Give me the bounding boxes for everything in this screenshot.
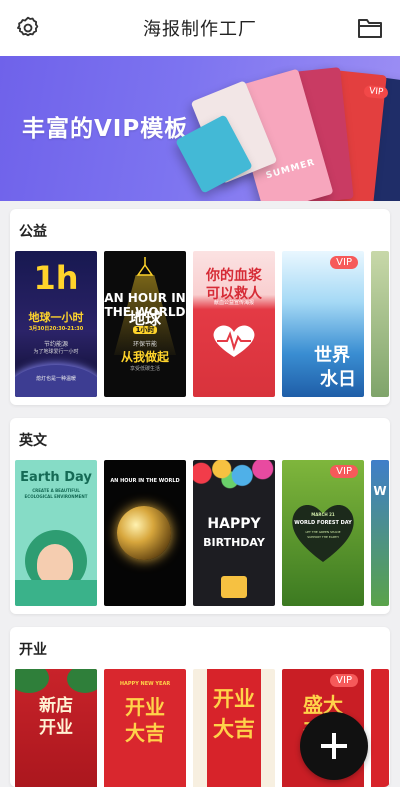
template-card[interactable]: VIP 世界 水日: [282, 251, 364, 397]
add-button[interactable]: [300, 712, 368, 780]
template-card[interactable]: [371, 251, 389, 397]
template-card[interactable]: 你的血浆 可以救人 献血公益宣传海报: [193, 251, 275, 397]
template-text: 开业: [125, 695, 165, 719]
template-text: WORLD FOREST DAY: [294, 520, 352, 526]
gear-icon: [17, 16, 39, 37]
banner-text: 丰富的VIP模板: [22, 116, 189, 142]
template-text: 3月30日20:30-21:30: [28, 326, 84, 332]
template-card[interactable]: [371, 669, 389, 787]
top-bar: 海报制作工厂: [0, 0, 400, 56]
template-figure: [37, 544, 73, 584]
template-text: ECOLOGICAL ENVIRONMENT: [24, 494, 88, 499]
template-text: SUPPORT THE EARTH: [307, 535, 339, 539]
template-text: 大吉: [125, 721, 165, 745]
vip-badge: VIP: [330, 256, 358, 269]
template-text: MARCH 21: [311, 512, 335, 517]
section-title: 公益: [19, 224, 47, 240]
template-row: Earth Day CREATE A BEAUTIFUL ECOLOGICAL …: [15, 460, 390, 606]
section-english: 英文 Earth Day CREATE A BEAUTIFUL ECOLOGIC…: [10, 418, 390, 614]
template-text: 开业: [213, 687, 255, 711]
vip-banner[interactable]: 丰富的VIP模板 SUMMER VIP: [0, 56, 400, 201]
vip-badge: VIP: [330, 465, 358, 478]
template-text: HAPPY: [207, 516, 261, 532]
balloons: [193, 460, 275, 504]
template-text: CREATE A BEAUTIFUL: [32, 488, 80, 493]
template-card[interactable]: AN HOUR IN THE WORLD 地球 1小时 环保节能 从我做起 享受…: [104, 251, 186, 397]
heart-icon: [213, 325, 255, 357]
template-text: 1小时: [104, 325, 186, 335]
section-public-welfare: 公益 1h 地球一小时 3月30日20:30-21:30 节约能源 为了地球爱行…: [10, 209, 390, 405]
plus-icon: [321, 733, 347, 759]
template-text: 你的血浆: [206, 268, 262, 284]
template-card[interactable]: 新店 开业: [15, 669, 97, 787]
template-text: BIRTHDAY: [203, 536, 265, 549]
template-card[interactable]: AN HOUR IN THE WORLD: [104, 460, 186, 606]
template-globe: [117, 506, 171, 560]
folder-button[interactable]: [356, 14, 384, 42]
leaf-decoration: [15, 669, 49, 693]
template-text: 水日: [320, 369, 356, 390]
template-card[interactable]: HAPPY BIRTHDAY: [193, 460, 275, 606]
template-text: 节约能源: [43, 341, 68, 348]
vip-badge: VIP: [330, 674, 358, 687]
template-text: 环保节能: [132, 341, 157, 348]
folder-icon: [358, 19, 382, 38]
template-text: 献血公益宣传海报: [213, 300, 254, 306]
section-title: 开业: [19, 642, 47, 658]
template-text: 开业: [39, 718, 73, 738]
template-text: 大吉: [213, 717, 255, 741]
template-card[interactable]: W: [371, 460, 389, 606]
template-card[interactable]: HAPPY NEW YEAR 开业 大吉: [104, 669, 186, 787]
template-text: W: [373, 484, 387, 498]
template-text: HAPPY NEW YEAR: [119, 681, 171, 687]
cake-icon: [221, 576, 247, 598]
template-text: 地球一小时: [28, 311, 84, 324]
template-text: 熄灯也是一种温暖: [35, 376, 76, 382]
template-text: 从我做起: [120, 350, 169, 364]
template-text: AN HOUR IN THE WORLD: [110, 478, 180, 484]
template-ground: [15, 580, 97, 606]
page-title: 海报制作工厂: [143, 19, 257, 40]
template-text: LET THE GREEN SHADE: [305, 530, 341, 534]
template-card[interactable]: Earth Day CREATE A BEAUTIFUL ECOLOGICAL …: [15, 460, 97, 606]
template-text: 为了地球爱行一小时: [33, 349, 79, 355]
template-card[interactable]: 开业 大吉: [193, 669, 275, 787]
template-text: 世界: [314, 345, 350, 366]
template-card[interactable]: 1h 地球一小时 3月30日20:30-21:30 节约能源 为了地球爱行一小时…: [15, 251, 97, 397]
template-card[interactable]: VIP MARCH 21 WORLD FOREST DAY LET THE GR…: [282, 460, 364, 606]
leaf-decoration: [67, 669, 97, 693]
template-text: 享受低碳生活: [129, 366, 160, 372]
template-text: 1h: [33, 259, 79, 297]
template-text: Earth Day: [20, 470, 92, 485]
section-title: 英文: [19, 433, 47, 449]
template-row: 1h 地球一小时 3月30日20:30-21:30 节约能源 为了地球爱行一小时…: [15, 251, 390, 397]
template-text: 1小时: [132, 326, 158, 334]
settings-button[interactable]: [14, 14, 42, 42]
